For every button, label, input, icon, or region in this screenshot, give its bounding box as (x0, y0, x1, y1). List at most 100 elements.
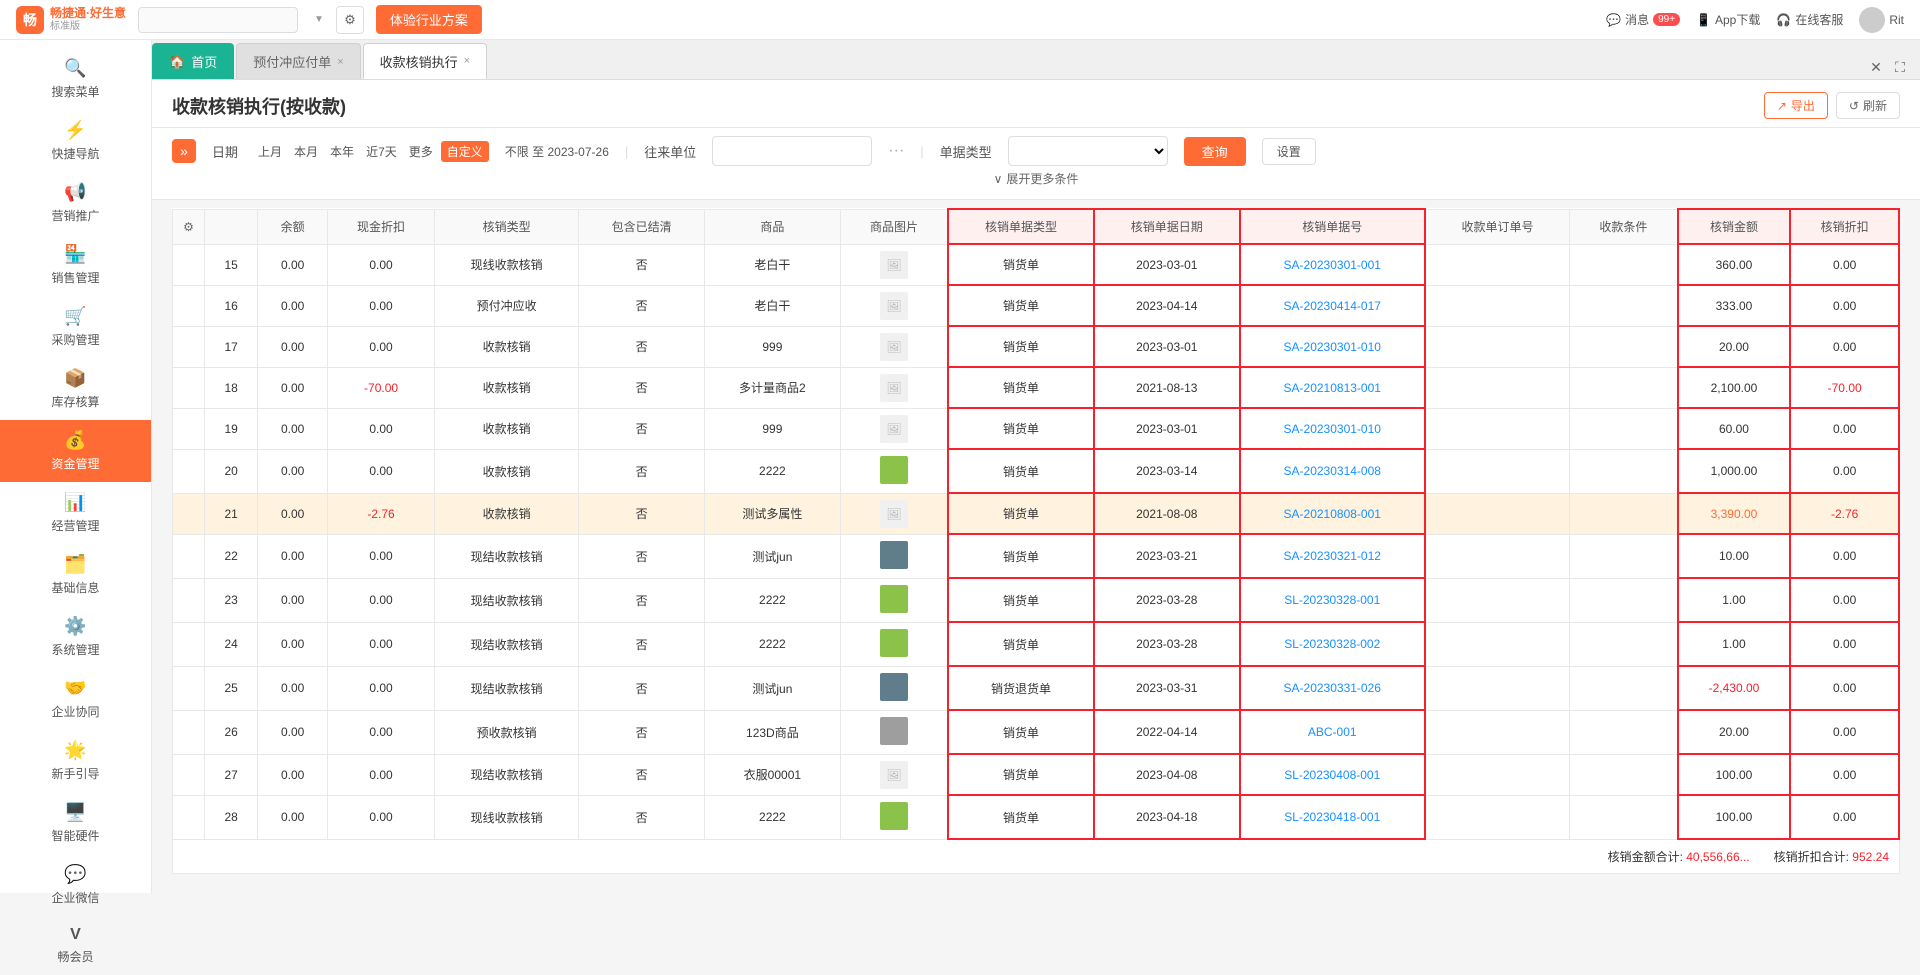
dropdown-chevron-icon[interactable]: ▼ (314, 14, 324, 25)
refresh-button[interactable]: ↺ 刷新 (1836, 92, 1900, 119)
tab-collection-close-icon[interactable]: × (464, 55, 470, 67)
cell-bill-no[interactable]: SL-20230418-001 (1240, 795, 1425, 839)
bill-no-link[interactable]: SA-20230301-001 (1284, 258, 1381, 272)
page-header: 收款核销执行(按收款) ↗ 导出 ↺ 刷新 (152, 80, 1920, 128)
cell-seq: 22 (205, 534, 258, 578)
chart-icon: 📊 (64, 492, 86, 513)
bill-type-select[interactable] (1008, 136, 1168, 166)
tab-close-all-icon[interactable]: ✕ (1864, 55, 1888, 79)
online-service-btn[interactable]: 🎧 在线客服 (1776, 11, 1843, 28)
messages-btn[interactable]: 💬 消息 99+ (1606, 11, 1680, 28)
table-row: 230.000.00现结收款核销否2222销货单2023-03-28SL-202… (173, 578, 1900, 622)
cell-bill-no[interactable]: SA-20210808-001 (1240, 493, 1425, 534)
th-goods: 商品 (704, 209, 840, 244)
sidebar-item-search[interactable]: 🔍 搜索菜单 (0, 48, 151, 110)
th-settings[interactable]: ⚙ (173, 209, 205, 244)
cell-verify-type: 预收款核销 (435, 710, 579, 754)
bill-no-link[interactable]: SL-20230328-001 (1284, 593, 1380, 607)
cell-bill-no[interactable]: SL-20230328-002 (1240, 622, 1425, 666)
cell-bill-no[interactable]: SA-20230414-017 (1240, 285, 1425, 326)
bill-no-link[interactable]: SA-20230314-008 (1284, 464, 1381, 478)
bill-no-link[interactable]: SA-20230414-017 (1284, 299, 1381, 313)
tab-prepay-close-icon[interactable]: × (337, 56, 343, 68)
date-btn-this-year[interactable]: 本年 (326, 141, 358, 162)
tab-collection[interactable]: 收款核销执行 × (363, 43, 487, 79)
sidebar-item-sales[interactable]: 🏪 销售管理 (0, 234, 151, 296)
sidebar-item-inventory[interactable]: 📦 库存核算 (0, 358, 151, 420)
sidebar-item-purchase[interactable]: 🛒 采购管理 (0, 296, 151, 358)
bill-no-link[interactable]: SL-20230328-002 (1284, 637, 1380, 651)
bill-no-link[interactable]: SA-20230331-026 (1284, 681, 1381, 695)
sidebar-item-enterprise[interactable]: 🤝 企业协同 (0, 668, 151, 730)
app-download-btn[interactable]: 📱 App下载 (1696, 11, 1760, 28)
bill-no-link[interactable]: SL-20230418-001 (1284, 810, 1380, 824)
cell-seq: 19 (205, 408, 258, 449)
date-btn-7days[interactable]: 近7天 (362, 141, 401, 162)
date-btn-this-month[interactable]: 本月 (290, 141, 322, 162)
cell-bill-no[interactable]: SA-20230331-026 (1240, 666, 1425, 710)
cell-bill-no[interactable]: SA-20210813-001 (1240, 367, 1425, 408)
cell-goods-img (840, 795, 948, 839)
cell-bill-no[interactable]: ABC-001 (1240, 710, 1425, 754)
cell-verify-amount: 10.00 (1678, 534, 1791, 578)
bill-no-link[interactable]: SL-20230408-001 (1284, 768, 1380, 782)
date-btn-last-month[interactable]: 上月 (254, 141, 286, 162)
bill-no-link[interactable]: SA-20230301-010 (1284, 340, 1381, 354)
user-profile-btn[interactable]: Rit (1859, 7, 1904, 33)
cell-verify-type: 收款核销 (435, 449, 579, 493)
cell-balance: 0.00 (258, 754, 328, 795)
date-btn-more[interactable]: 更多 (405, 141, 437, 162)
cell-bill-no[interactable]: SA-20230314-008 (1240, 449, 1425, 493)
column-settings-button[interactable]: 设置 (1262, 138, 1316, 165)
sidebar-item-hardware[interactable]: 🖥️ 智能硬件 (0, 792, 151, 854)
bill-no-link[interactable]: SA-20210813-001 (1284, 381, 1381, 395)
sidebar-item-member[interactable]: V 畅会员 (0, 916, 151, 975)
folder-icon: 🗂️ (64, 554, 86, 575)
table-container[interactable]: ⚙ 余额 现金折扣 核销类型 包含已结清 商品 商品图片 核销单据类型 核销单据… (152, 200, 1920, 893)
cell-verify-type: 现结收款核销 (435, 622, 579, 666)
from-unit-input[interactable] (712, 136, 872, 166)
cell-bill-no[interactable]: SA-20230301-001 (1240, 244, 1425, 285)
cell-cash-discount: 0.00 (328, 622, 435, 666)
cell-seq: 26 (205, 710, 258, 754)
sidebar-item-guide[interactable]: 🌟 新手引导 (0, 730, 151, 792)
expand-more-conditions-button[interactable]: ∨ 展开更多条件 (994, 170, 1079, 187)
sidebar-item-basic[interactable]: 🗂️ 基础信息 (0, 544, 151, 606)
tab-prepay[interactable]: 预付冲应付单 × (236, 43, 360, 79)
handshake-icon: 🤝 (64, 678, 86, 699)
cell-receipt-order-no (1425, 367, 1570, 408)
bill-no-link[interactable]: ABC-001 (1308, 725, 1357, 739)
sidebar-item-finance[interactable]: 💰 资金管理 (0, 420, 151, 482)
query-button[interactable]: 查询 (1184, 137, 1246, 166)
sidebar-item-system[interactable]: ⚙️ 系统管理 (0, 606, 151, 668)
bill-no-link[interactable]: SA-20230321-012 (1284, 549, 1381, 563)
sidebar-item-nav[interactable]: ⚡ 快捷导航 (0, 110, 151, 172)
main-content: 🏠 首页 预付冲应付单 × 收款核销执行 × ✕ ⛶ 收款核销执行(按收款) ↗ (152, 40, 1920, 893)
cell-bill-no[interactable]: SA-20230321-012 (1240, 534, 1425, 578)
tab-expand-icon[interactable]: ⛶ (1888, 55, 1912, 79)
industry-solution-button[interactable]: 体验行业方案 (376, 5, 482, 34)
cell-bill-no[interactable]: SA-20230301-010 (1240, 326, 1425, 367)
filter-row-main: » 日期 上月 本月 本年 近7天 更多 自定义 不限 至 2023-07-26… (172, 136, 1900, 166)
filter-toggle-button[interactable]: » (172, 139, 196, 163)
cell-bill-no[interactable]: SL-20230408-001 (1240, 754, 1425, 795)
cell-goods-img: 🖼 (840, 754, 948, 795)
date-btn-custom[interactable]: 自定义 (441, 141, 489, 162)
sidebar-item-business[interactable]: 📊 经营管理 (0, 482, 151, 544)
bill-no-link[interactable]: SA-20230301-010 (1284, 422, 1381, 436)
sidebar-item-wechat[interactable]: 💬 企业微信 (0, 854, 151, 916)
cell-goods: 测试jun (704, 666, 840, 710)
cell-bill-no[interactable]: SL-20230328-001 (1240, 578, 1425, 622)
th-seq (205, 209, 258, 244)
export-button[interactable]: ↗ 导出 (1764, 92, 1828, 119)
cell-bill-no[interactable]: SA-20230301-010 (1240, 408, 1425, 449)
bill-no-link[interactable]: SA-20210808-001 (1284, 507, 1381, 521)
cell-verify-type: 现结收款核销 (435, 754, 579, 795)
settings-icon-btn[interactable]: ⚙ (336, 6, 364, 34)
tab-home[interactable]: 🏠 首页 (152, 43, 234, 79)
sidebar-item-marketing[interactable]: 📢 营销推广 (0, 172, 151, 234)
cell-included: 否 (579, 795, 705, 839)
cell-verify-type: 预付冲应收 (435, 285, 579, 326)
top-search-input[interactable] (138, 7, 298, 33)
sidebar-item-label: 库存核算 (51, 393, 99, 410)
